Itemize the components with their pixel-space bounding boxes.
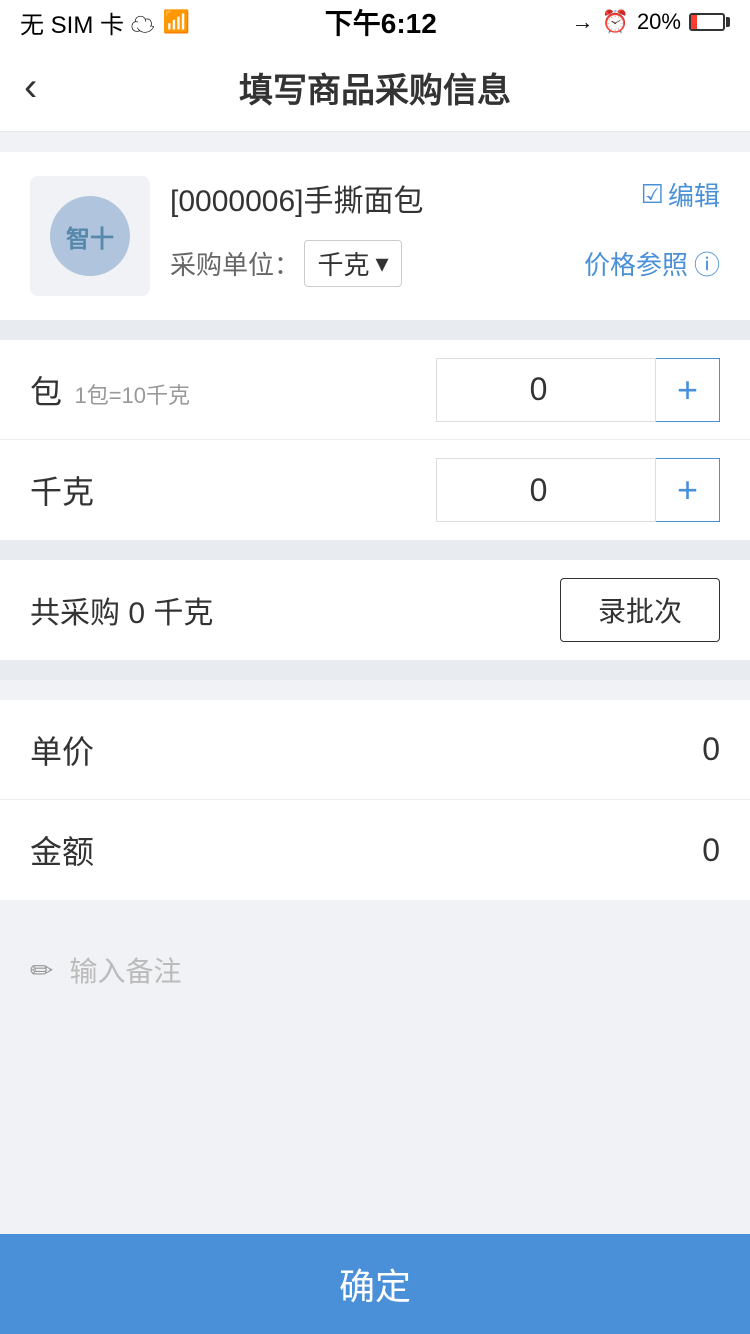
alarm-icon: ⏰: [602, 9, 629, 35]
input-section: 包 1包=10千克 + 千克 +: [0, 340, 750, 540]
unit-value: 千克: [317, 245, 369, 282]
edit-label: 编辑: [668, 176, 720, 213]
pack-number-input[interactable]: [436, 358, 656, 422]
unit-container: 采购单位： 千克 ▾: [170, 240, 402, 287]
kg-number-input[interactable]: [436, 458, 656, 522]
edit-button[interactable]: ☑ 编辑: [641, 176, 720, 213]
pack-input-right: +: [436, 358, 720, 422]
record-batch-label: 录批次: [598, 590, 682, 630]
pack-sublabel: 1包=10千克: [74, 383, 190, 408]
section-divider-2: [0, 540, 750, 560]
status-left: 无 SIM 卡 ☁ 📶: [20, 5, 190, 40]
product-info: [0000006]手撕面包 ☑ 编辑 采购单位： 千克 ▾ 价格参照 ⓘ: [170, 176, 720, 287]
section-divider-1: [0, 320, 750, 340]
product-card: 智十 [0000006]手撕面包 ☑ 编辑 采购单位： 千克 ▾ 价格参照 ⓘ: [0, 152, 750, 320]
unit-price-label: 单价: [30, 727, 94, 773]
unit-select[interactable]: 千克 ▾: [304, 240, 401, 287]
price-ref-button[interactable]: 价格参照 ⓘ: [584, 245, 720, 282]
page-title: 填写商品采购信息: [239, 63, 511, 112]
back-button[interactable]: ‹: [24, 65, 37, 110]
dropdown-icon: ▾: [375, 248, 388, 279]
info-section: 单价 0 金额 0: [0, 700, 750, 900]
unit-label: 采购单位：: [170, 250, 300, 280]
kg-input-right: +: [436, 458, 720, 522]
wifi-icon: 📶: [163, 9, 190, 35]
pack-input-row: 包 1包=10千克 +: [0, 340, 750, 440]
unit-price-value: 0: [702, 731, 720, 768]
note-section[interactable]: ✏ 输入备注: [0, 920, 750, 1020]
record-batch-button[interactable]: 录批次: [560, 578, 720, 642]
product-unit-row: 采购单位： 千克 ▾ 价格参照 ⓘ: [170, 240, 720, 287]
product-logo-text: 智十: [66, 219, 114, 254]
product-header: [0000006]手撕面包 ☑ 编辑: [170, 176, 720, 220]
kg-label-group: 千克: [30, 467, 94, 513]
product-name: [0000006]手撕面包: [170, 176, 423, 220]
kg-input-row: 千克 +: [0, 440, 750, 540]
battery-icon: [689, 13, 730, 31]
confirm-button[interactable]: 确定: [0, 1234, 750, 1334]
amount-row: 金额 0: [0, 800, 750, 900]
status-time: 下午6:12: [325, 2, 437, 42]
pack-label: 包: [30, 374, 62, 410]
nav-bar: ‹ 填写商品采购信息: [0, 44, 750, 132]
battery-percent: 20%: [637, 9, 681, 35]
confirm-label: 确定: [339, 1258, 411, 1310]
kg-label: 千克: [30, 474, 94, 510]
edit-icon: ☑: [641, 179, 664, 210]
section-divider-3: [0, 660, 750, 680]
amount-value: 0: [702, 832, 720, 869]
pack-label-group: 包 1包=10千克: [30, 367, 190, 413]
product-logo: 智十: [50, 196, 130, 276]
battery-fill: [691, 15, 697, 29]
pack-plus-icon: +: [677, 372, 698, 408]
status-bar: 无 SIM 卡 ☁ 📶 下午6:12 → ⏰ 20%: [0, 0, 750, 44]
summary-row: 共采购 0 千克 录批次: [0, 560, 750, 660]
amount-label: 金额: [30, 827, 94, 873]
unit-price-row: 单价 0: [0, 700, 750, 800]
status-right: → ⏰ 20%: [572, 9, 730, 35]
pencil-icon: ✏: [30, 954, 53, 987]
price-ref-label: 价格参照: [584, 245, 688, 282]
kg-plus-icon: +: [677, 472, 698, 508]
no-sim-label: 无 SIM 卡 ☁: [20, 5, 155, 40]
summary-text: 共采购 0 千克: [30, 588, 213, 632]
note-placeholder: 输入备注: [69, 950, 181, 990]
price-ref-help-icon: ⓘ: [694, 245, 720, 282]
kg-plus-button[interactable]: +: [656, 458, 720, 522]
location-icon: →: [572, 9, 594, 35]
pack-plus-button[interactable]: +: [656, 358, 720, 422]
battery-tip: [726, 17, 730, 27]
battery-body: [689, 13, 725, 31]
product-image: 智十: [30, 176, 150, 296]
